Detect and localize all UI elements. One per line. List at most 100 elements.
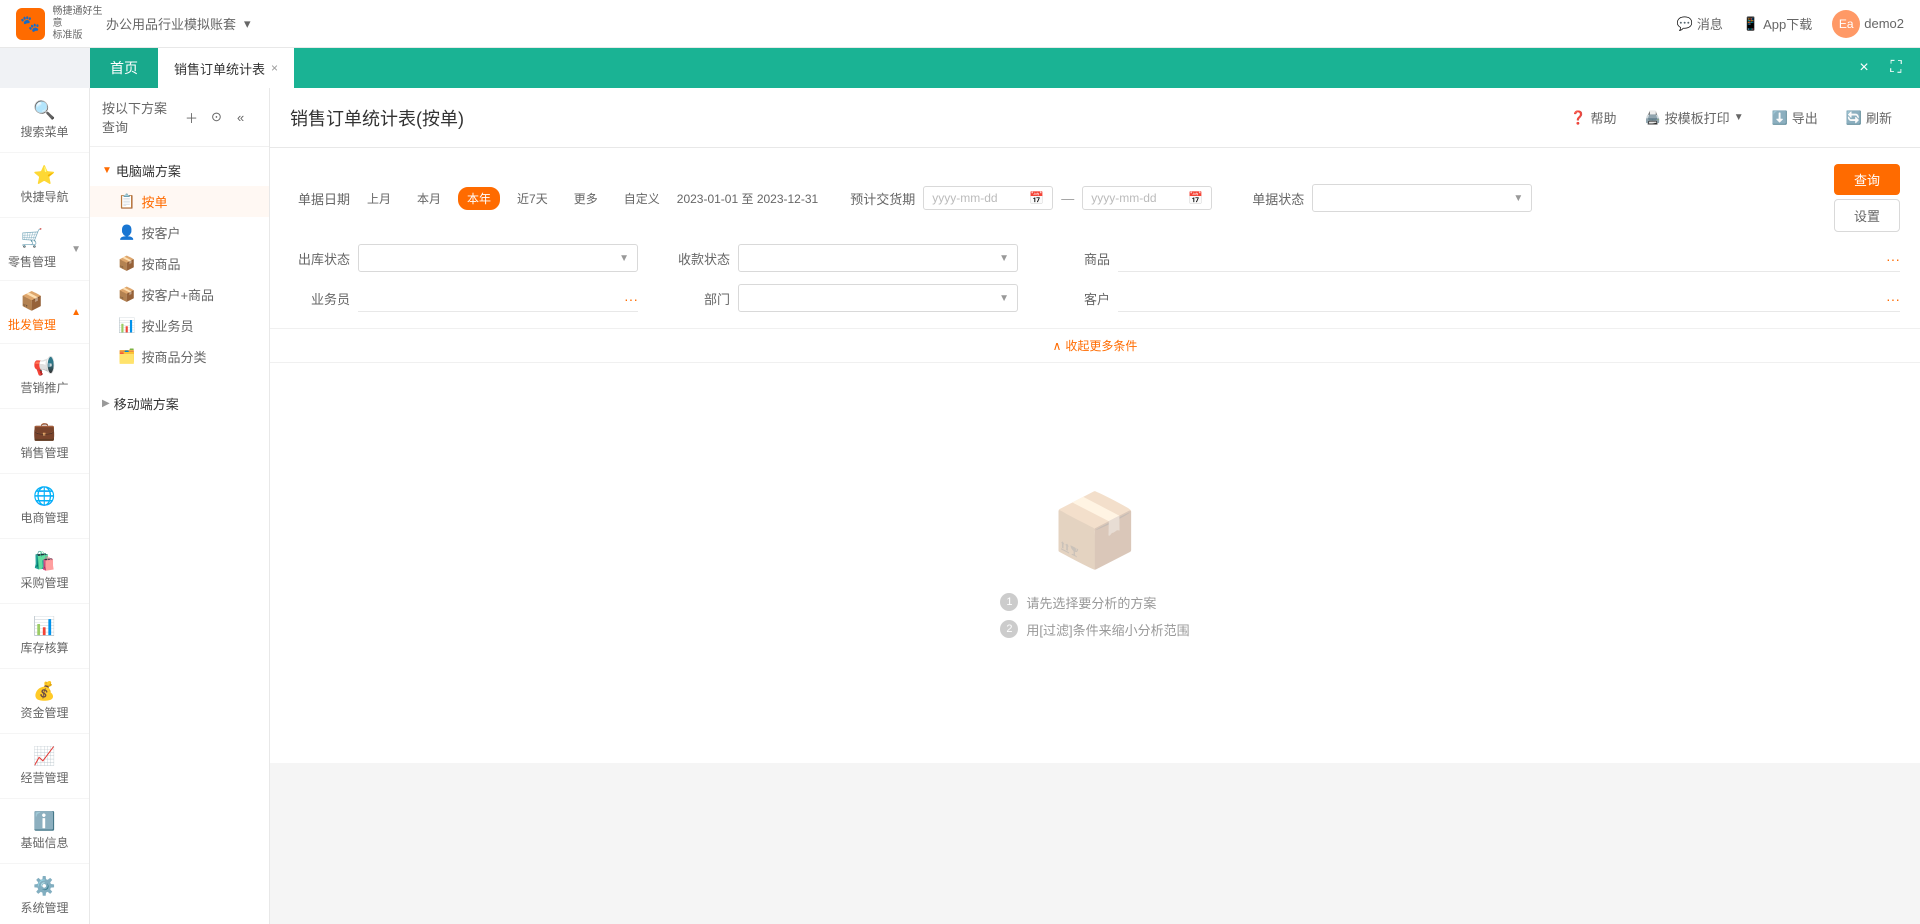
app-title: 办公用品行业模拟账套 — [106, 14, 236, 33]
tree-child-by-salesperson[interactable]: 📊 按业务员 — [90, 310, 269, 341]
empty-tip-2: 2 用[过滤]条件来缩小分析范围 — [1000, 620, 1189, 639]
by-order-icon: 📋 — [118, 193, 135, 210]
sidebar-item-marketing[interactable]: 📢 营销推广 — [0, 344, 89, 409]
by-customer-icon: 👤 — [118, 224, 135, 241]
main-content: 销售订单统计表(按单) ❓ 帮助 🖨️ 按模板打印 ▼ ⬇️ 导出 🔄 刷新 — [270, 88, 1920, 924]
collapse-bar[interactable]: ∧ 收起更多条件 — [270, 329, 1920, 363]
tree-parent-desktop[interactable]: ▼ 电脑端方案 — [90, 155, 269, 186]
date-btn-this-month[interactable]: 本月 — [408, 187, 450, 210]
app-download-btn[interactable]: 📱 App下载 — [1743, 14, 1812, 33]
receive-status-select[interactable]: ▼ — [738, 244, 1018, 272]
sidebar-item-basic-info[interactable]: ℹ️ 基础信息 — [0, 799, 89, 864]
logo-text: 畅捷通好生意 标准版 — [53, 6, 106, 42]
refresh-icon: 🔄 — [1846, 110, 1862, 126]
calendar-icon-end: 📅 — [1188, 191, 1203, 205]
sidebar-item-wholesale[interactable]: 📦 批发管理 ▲ — [0, 281, 89, 344]
user-profile[interactable]: Ea demo2 — [1832, 10, 1904, 38]
tree-expand-icon: ▼ — [102, 165, 112, 176]
customer-dots-btn[interactable]: ··· — [1886, 291, 1900, 307]
expected-date-start[interactable]: yyyy-mm-dd 📅 — [923, 186, 1053, 210]
quick-nav-icon: ⭐ — [33, 165, 55, 186]
wholesale-icon: 📦 — [21, 291, 43, 312]
sidebar-item-ecommerce[interactable]: 🌐 电商管理 — [0, 474, 89, 539]
help-btn[interactable]: ❓ 帮助 — [1562, 104, 1624, 131]
dept-label: 部门 — [670, 289, 730, 308]
date-btn-more[interactable]: 更多 — [565, 187, 607, 210]
empty-state: 📦 1 请先选择要分析的方案 2 用[过滤]条件来缩小分析范围 — [270, 363, 1920, 763]
settings-button[interactable]: 设置 — [1834, 199, 1900, 232]
topbar-right: 💬 消息 📱 App下载 Ea demo2 — [1677, 10, 1904, 38]
logo-icon: 🐾 — [16, 8, 45, 40]
sidebar-item-purchase[interactable]: 🛍️ 采购管理 — [0, 539, 89, 604]
sidebar-item-sales[interactable]: 💼 销售管理 — [0, 409, 89, 474]
sidebar: 🔍 搜索菜单 ⭐ 快捷导航 🛒 零售管理 ▼ 📦 批发管理 ▲ 📢 营销推广 💼… — [0, 88, 90, 924]
page-actions: ❓ 帮助 🖨️ 按模板打印 ▼ ⬇️ 导出 🔄 刷新 — [1562, 104, 1900, 131]
system-icon: ⚙️ — [33, 876, 55, 897]
expected-date-end[interactable]: yyyy-mm-dd 📅 — [1082, 186, 1212, 210]
tree-child-by-product[interactable]: 📦 按商品 — [90, 248, 269, 279]
tip-num-1: 1 — [1000, 593, 1018, 611]
wholesale-expand-icon: ▲ — [71, 307, 81, 318]
basic-info-icon: ℹ️ — [33, 811, 55, 832]
product-label: 商品 — [1050, 249, 1110, 268]
tree-child-by-cust-prod[interactable]: 📦 按客户+商品 — [90, 279, 269, 310]
sidebar-item-retail[interactable]: 🛒 零售管理 ▼ — [0, 218, 89, 281]
dept-select[interactable]: ▼ — [738, 284, 1018, 312]
tree-child-by-order[interactable]: 📋 按单 — [90, 186, 269, 217]
left-panel-settings-btn[interactable]: ⊙ — [211, 107, 231, 127]
sidebar-item-operations[interactable]: 📈 经营管理 — [0, 734, 89, 799]
tree-child-by-category[interactable]: 🗂️ 按商品分类 — [90, 341, 269, 372]
out-status-label: 出库状态 — [290, 249, 350, 268]
print-btn[interactable]: 🖨️ 按模板打印 ▼ — [1636, 104, 1751, 131]
logo: 🐾 畅捷通好生意 标准版 — [16, 6, 106, 42]
out-status-select[interactable]: ▼ — [358, 244, 638, 272]
tab-home[interactable]: 首页 — [90, 48, 158, 88]
salesperson-input[interactable]: ··· — [358, 284, 638, 312]
export-btn[interactable]: ⬇️ 导出 — [1764, 104, 1826, 131]
collapse-icon: ∧ — [1053, 339, 1062, 353]
print-dropdown-icon: ▼ — [1734, 112, 1744, 123]
left-panel-collapse-btn[interactable]: « — [237, 107, 257, 127]
empty-illustration: 📦 — [1050, 488, 1140, 573]
left-panel-title: 按以下方案查询 — [102, 98, 179, 136]
sidebar-item-quick-nav[interactable]: ⭐ 快捷导航 — [0, 153, 89, 218]
status-select[interactable]: ▼ — [1312, 184, 1532, 212]
customer-input[interactable]: ··· — [1118, 284, 1900, 312]
help-icon: ❓ — [1570, 110, 1586, 126]
product-dots-btn[interactable]: ··· — [1886, 251, 1900, 267]
tree-child-by-customer[interactable]: 👤 按客户 — [90, 217, 269, 248]
sidebar-item-system[interactable]: ⚙️ 系统管理 — [0, 864, 89, 924]
download-icon: 📱 — [1743, 16, 1759, 32]
date-btn-last-7[interactable]: 近7天 — [508, 187, 557, 210]
tree-parent-mobile[interactable]: ▶ 移动端方案 — [90, 388, 269, 419]
dept-arrow: ▼ — [999, 293, 1009, 304]
left-panel-add-btn[interactable]: ＋ — [185, 107, 205, 127]
tabbar-actions: × ⛶ — [1840, 48, 1920, 88]
out-status-arrow: ▼ — [619, 253, 629, 264]
operations-icon: 📈 — [33, 746, 55, 767]
date-btn-custom[interactable]: 自定义 — [615, 187, 669, 210]
page-header: 销售订单统计表(按单) ❓ 帮助 🖨️ 按模板打印 ▼ ⬇️ 导出 🔄 刷新 — [270, 88, 1920, 148]
tab-close-btn[interactable]: × — [271, 61, 278, 75]
topbar: 🐾 畅捷通好生意 标准版 办公用品行业模拟账套 ▾ 💬 消息 📱 App下载 E… — [0, 0, 1920, 48]
sidebar-item-inventory[interactable]: 📊 库存核算 — [0, 604, 89, 669]
customer-label: 客户 — [1050, 289, 1110, 308]
sidebar-item-finance[interactable]: 💰 资金管理 — [0, 669, 89, 734]
message-btn[interactable]: 💬 消息 — [1677, 14, 1723, 33]
date-btn-this-year[interactable]: 本年 — [458, 187, 500, 210]
tab-sales-order[interactable]: 销售订单统计表 × — [158, 48, 294, 88]
print-icon: 🖨️ — [1644, 110, 1660, 126]
product-input[interactable]: ··· — [1118, 244, 1900, 272]
tab-minimize-btn[interactable]: × — [1852, 56, 1876, 80]
tab-maximize-btn[interactable]: ⛶ — [1884, 56, 1908, 80]
left-panel: 按以下方案查询 ＋ ⊙ « ▼ 电脑端方案 📋 按单 👤 按客户 📦 按商品 📦 — [90, 88, 270, 924]
dropdown-icon[interactable]: ▾ — [244, 16, 251, 32]
refresh-btn[interactable]: 🔄 刷新 — [1838, 104, 1900, 131]
sidebar-item-search-menu[interactable]: 🔍 搜索菜单 — [0, 88, 89, 153]
status-select-arrow: ▼ — [1513, 193, 1523, 204]
salesperson-dots-btn[interactable]: ··· — [624, 291, 638, 307]
receive-status-arrow: ▼ — [999, 253, 1009, 264]
query-button[interactable]: 查询 — [1834, 164, 1900, 195]
salesperson-label: 业务员 — [290, 289, 350, 308]
date-btn-last-month[interactable]: 上月 — [358, 187, 400, 210]
